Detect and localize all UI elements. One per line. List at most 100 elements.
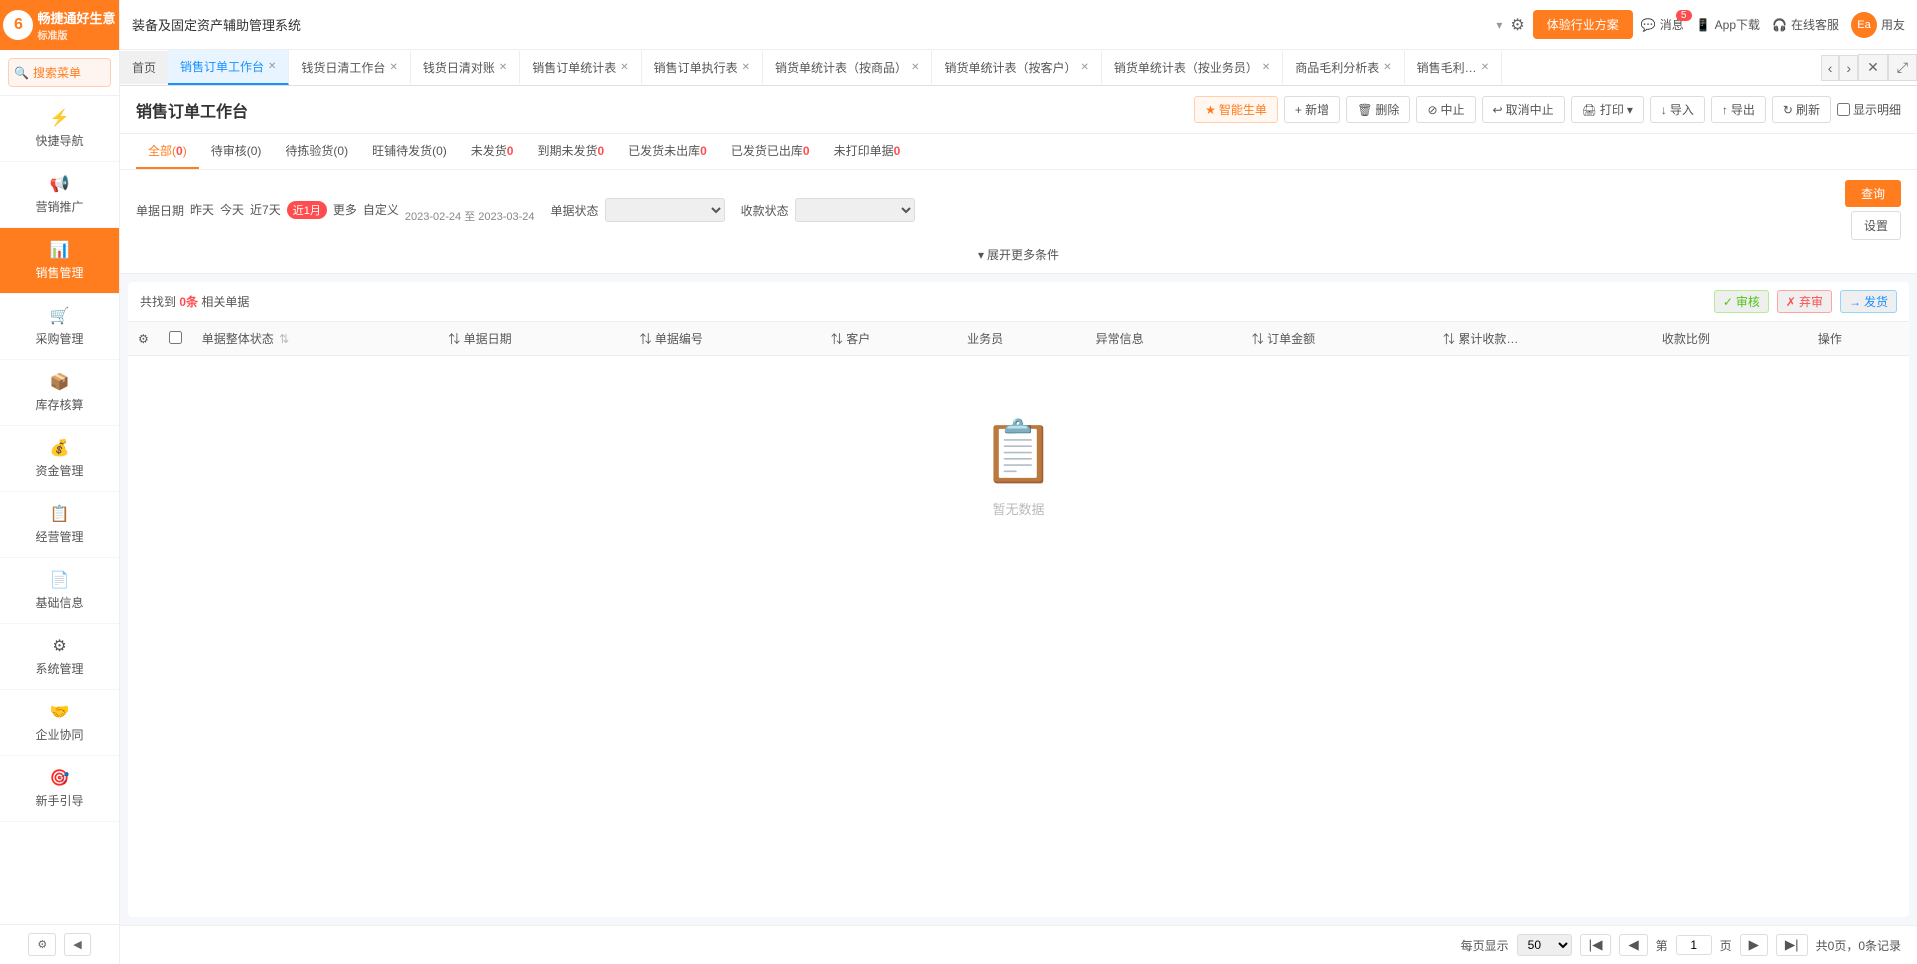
receipt-select[interactable]	[795, 198, 915, 222]
message-button[interactable]: 💬 消息 5	[1641, 16, 1684, 33]
cancel-abort-button[interactable]: ↩ 取消中止	[1482, 96, 1565, 123]
user-menu[interactable]: Ea 用友	[1851, 12, 1905, 38]
approve-icon: ✓	[1723, 295, 1733, 309]
reject-button[interactable]: ✗ 弃审	[1777, 290, 1832, 313]
sidebar-item-sales[interactable]: 📊 销售管理	[0, 228, 119, 294]
sidebar-item-quick-nav[interactable]: ⚡ 快捷导航	[0, 96, 119, 162]
status-select[interactable]	[605, 198, 725, 222]
first-page-button[interactable]: |◀	[1580, 934, 1612, 956]
sub-tab-all[interactable]: 全部(0)	[136, 134, 199, 169]
sidebar-item-guide[interactable]: 🎯 新手引导	[0, 756, 119, 822]
show-detail-input[interactable]	[1837, 103, 1850, 116]
tabbar-close-all-button[interactable]: ✕	[1858, 54, 1888, 81]
empty-icon: 📋	[981, 416, 1056, 487]
tab-close-sales-margin[interactable]: ✕	[1481, 62, 1489, 73]
sub-tab-unprinted[interactable]: 未打印单据0	[822, 134, 913, 169]
table-area: 共找到 0条 相关单据 ✓ 审核 ✗ 弃审 → 发货	[128, 282, 1909, 917]
topbar-settings-icon[interactable]: ⚙	[1510, 15, 1524, 35]
sidebar-item-enterprise[interactable]: 🤝 企业协同	[0, 690, 119, 756]
date-options: 昨天 今天 近7天 近1月 更多 自定义	[190, 201, 399, 219]
sidebar-settings-button[interactable]: ⚙	[28, 933, 56, 956]
delete-button[interactable]: 🗑 删除	[1346, 96, 1410, 123]
tab-close-margin[interactable]: ✕	[1383, 62, 1391, 73]
tab-sales-execution[interactable]: 销售订单执行表 ✕	[642, 51, 763, 84]
date-opt-more[interactable]: 更多	[333, 201, 357, 219]
page-header: 销售订单工作台 ★ 智能生单 + 新增 🗑 删除 ⊘ 中止 ↩ 取消中止	[120, 86, 1917, 134]
last-page-button[interactable]: ▶|	[1776, 934, 1808, 956]
sidebar-item-management[interactable]: 📋 经营管理	[0, 492, 119, 558]
date-opt-today[interactable]: 今天	[220, 201, 244, 219]
page-size-select[interactable]: 50 100 200	[1517, 934, 1572, 956]
add-button[interactable]: + 新增	[1284, 96, 1340, 123]
import-button[interactable]: ↓ 导入	[1650, 96, 1705, 123]
sidebar-collapse-button[interactable]: ◀	[64, 933, 90, 956]
ship-button[interactable]: → 发货	[1840, 290, 1897, 313]
date-opt-1month[interactable]: 近1月	[287, 201, 327, 219]
tabbar-prev-button[interactable]: ‹	[1821, 55, 1840, 81]
tab-sales-by-product[interactable]: 销货单统计表（按商品） ✕	[763, 51, 932, 84]
sub-tab-unshipped[interactable]: 未发货0	[459, 134, 526, 169]
sub-tab-pending-inspection[interactable]: 待拣验货(0)	[273, 134, 360, 169]
tab-sales-by-salesman[interactable]: 销货单统计表（按业务员） ✕	[1102, 51, 1283, 84]
online-service-button[interactable]: 🎧 在线客服	[1772, 16, 1839, 33]
next-page-button[interactable]: ▶	[1740, 934, 1768, 956]
smart-generate-button[interactable]: ★ 智能生单	[1194, 96, 1278, 123]
sub-tab-wangpu-pending[interactable]: 旺铺待发货(0)	[360, 134, 459, 169]
col-checkbox[interactable]	[159, 322, 192, 356]
show-detail-checkbox[interactable]: 显示明细	[1837, 101, 1901, 118]
tab-sales-by-customer[interactable]: 销货单统计表（按客户） ✕	[932, 51, 1101, 84]
tab-close-sales-exec[interactable]: ✕	[742, 62, 750, 73]
sidebar-logo: 6 畅捷通好生意 标准版	[0, 0, 119, 50]
tab-home[interactable]: 首页	[120, 51, 168, 84]
prev-page-button[interactable]: ◀	[1619, 934, 1647, 956]
app-download-button[interactable]: 📱 App下载	[1696, 16, 1760, 33]
trial-button[interactable]: 体验行业方案	[1533, 10, 1633, 39]
tab-close-sales-order[interactable]: ✕	[268, 61, 276, 72]
tabbar-expand-button[interactable]: ⤢	[1888, 54, 1917, 81]
sidebar-item-system[interactable]: ⚙ 系统管理	[0, 624, 119, 690]
abort-button[interactable]: ⊘ 中止	[1416, 96, 1475, 123]
refresh-button[interactable]: ↻ 刷新	[1772, 96, 1831, 123]
tab-close-by-product[interactable]: ✕	[911, 62, 919, 73]
sidebar-item-basic-info[interactable]: 📄 基础信息	[0, 558, 119, 624]
tab-cash-reconciliation[interactable]: 钱货日清对账 ✕	[411, 51, 520, 84]
sidebar-item-inventory[interactable]: 📦 库存核算	[0, 360, 119, 426]
sub-tab-shipped-out[interactable]: 已发货已出库0	[719, 134, 822, 169]
sidebar-item-finance[interactable]: 💰 资金管理	[0, 426, 119, 492]
sub-tab-overdue-unshipped[interactable]: 到期未发货0	[525, 134, 616, 169]
tab-sales-order-workbench[interactable]: 销售订单工作台 ✕	[168, 50, 289, 85]
abort-icon: ⊘	[1427, 103, 1437, 117]
export-button[interactable]: ↑ 导出	[1711, 96, 1766, 123]
sort-status-icon[interactable]: ⇅	[279, 332, 289, 346]
date-opt-custom[interactable]: 自定义	[363, 201, 399, 219]
tab-close-by-salesman[interactable]: ✕	[1262, 62, 1270, 73]
tab-cash-daily-workbench[interactable]: 钱货日清工作台 ✕	[289, 51, 410, 84]
date-opt-yesterday[interactable]: 昨天	[190, 201, 214, 219]
tab-close-cash-recon[interactable]: ✕	[499, 62, 507, 73]
tab-close-sales-stats[interactable]: ✕	[620, 62, 628, 73]
query-button[interactable]: 查询	[1845, 180, 1901, 207]
date-opt-7days[interactable]: 近7天	[250, 201, 281, 219]
tab-sales-stats[interactable]: 销售订单统计表 ✕	[520, 51, 641, 84]
select-all-checkbox[interactable]	[169, 331, 182, 344]
col-operations: 操作	[1808, 322, 1909, 356]
expand-conditions-button[interactable]: ▾ 展开更多条件	[978, 246, 1059, 263]
tabbar: 首页 销售订单工作台 ✕ 钱货日清工作台 ✕ 钱货日清对账 ✕ 销售订单统计表 …	[120, 50, 1917, 86]
col-settings[interactable]: ⚙	[128, 322, 159, 356]
tab-sales-margin[interactable]: 销售毛利… ✕	[1405, 51, 1502, 84]
sidebar-item-purchase[interactable]: 🛒 采购管理	[0, 294, 119, 360]
sidebar-item-marketing[interactable]: 📢 营销推广	[0, 162, 119, 228]
approve-button[interactable]: ✓ 审核	[1714, 290, 1769, 313]
tabbar-next-button[interactable]: ›	[1839, 55, 1858, 81]
sidebar: 6 畅捷通好生意 标准版 🔍 搜索菜单 ⚡ 快捷导航 📢 营销推广 📊 销售管理…	[0, 0, 120, 964]
tab-close-by-customer[interactable]: ✕	[1080, 62, 1088, 73]
set-button[interactable]: 设置	[1851, 211, 1901, 240]
sub-tab-pending-review[interactable]: 待审核(0)	[199, 134, 274, 169]
search-menu-button[interactable]: 🔍 搜索菜单	[8, 58, 111, 87]
tab-close-cash-daily[interactable]: ✕	[389, 62, 397, 73]
page-number-input[interactable]	[1676, 935, 1712, 955]
print-button[interactable]: 🖨 打印 ▾	[1571, 96, 1644, 123]
sidebar-search-area: 🔍 搜索菜单	[0, 50, 119, 96]
tab-margin-analysis[interactable]: 商品毛利分析表 ✕	[1283, 51, 1404, 84]
sub-tab-shipped-not-out[interactable]: 已发货未出库0	[616, 134, 719, 169]
